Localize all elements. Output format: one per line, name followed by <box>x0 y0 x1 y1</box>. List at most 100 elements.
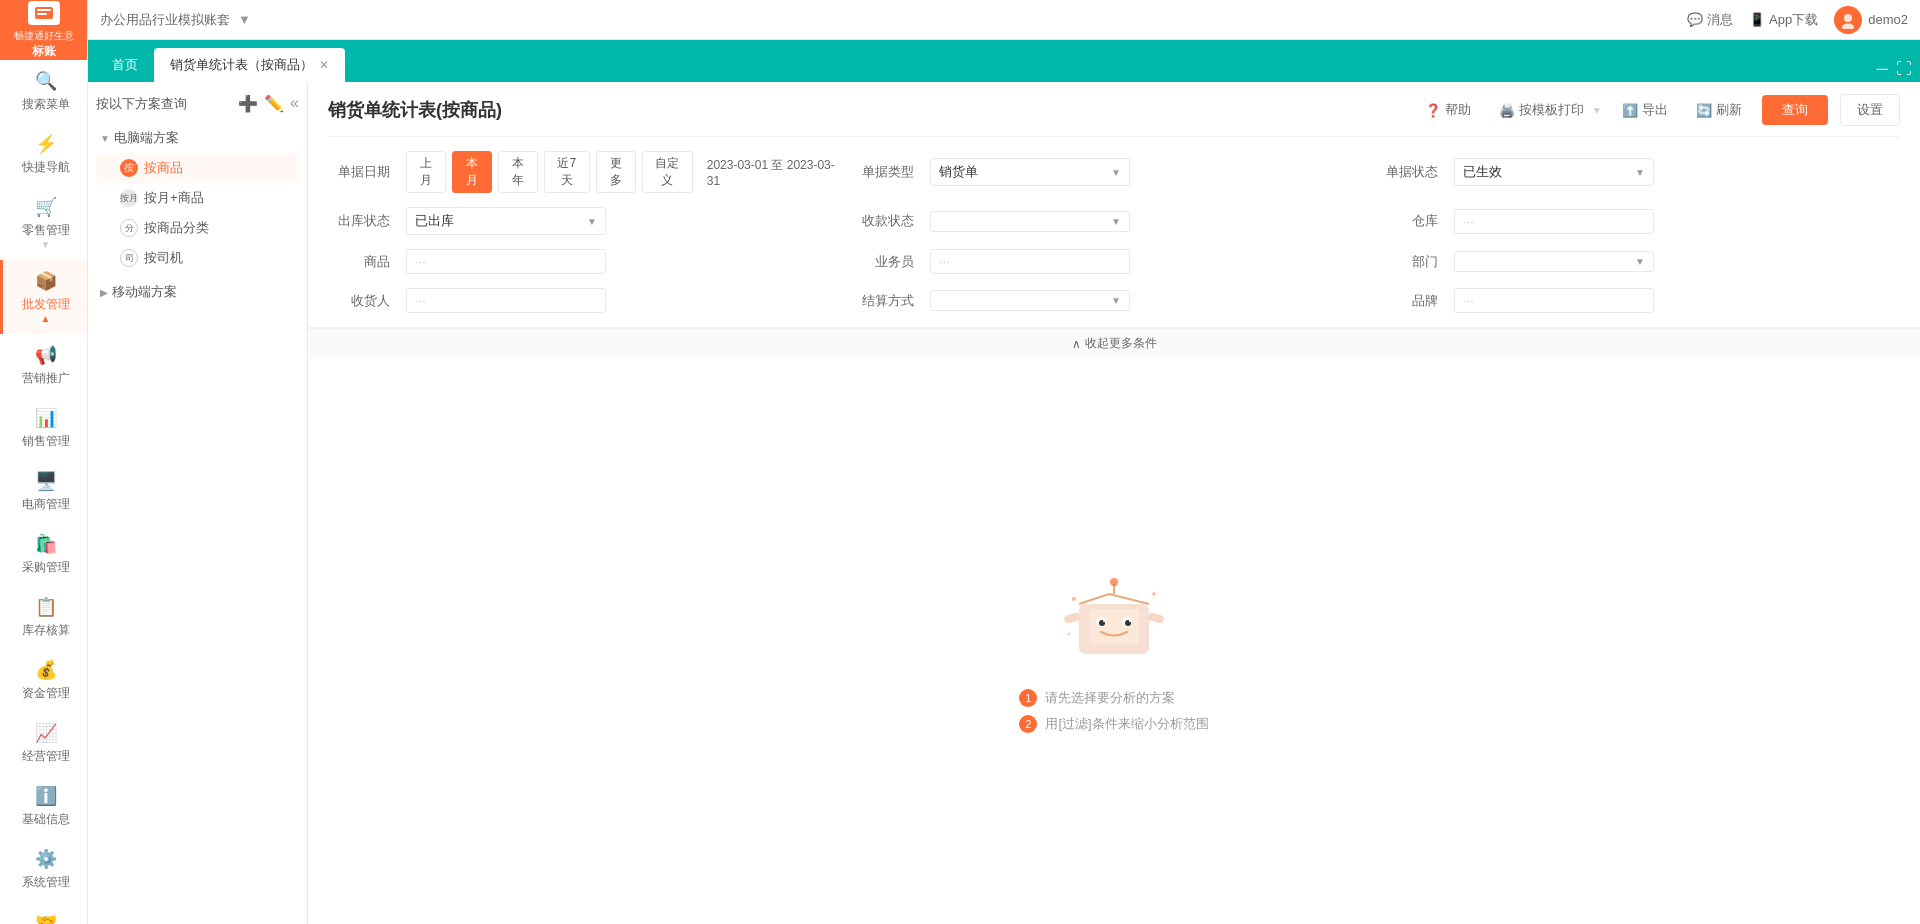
tree-expand-icon: ▼ <box>100 133 110 144</box>
svg-rect-1 <box>37 9 51 11</box>
sidebar-item-retail[interactable]: 🛒 零售管理 ▼ <box>0 186 88 260</box>
date-btn-more[interactable]: 更多 <box>596 151 636 193</box>
department-select[interactable]: ▼ <box>1454 251 1654 272</box>
salesperson-input[interactable]: ··· <box>930 249 1130 274</box>
doc-type-select[interactable]: 销货单 ▼ <box>930 158 1130 186</box>
app-download-label: App下载 <box>1769 11 1818 29</box>
tab-close-icon[interactable]: ✕ <box>319 58 329 72</box>
filter-salesperson-cell: 业务员 ··· <box>852 249 1376 274</box>
edit-scheme-icon[interactable]: ✏️ <box>264 94 284 113</box>
sidebar-item-finance-label: 资金管理 <box>22 685 70 702</box>
svg-point-19 <box>1068 633 1071 636</box>
add-scheme-icon[interactable]: ➕ <box>238 94 258 113</box>
tree-mobile-label: 移动端方案 <box>112 283 177 301</box>
quick-nav-icon: ⚡ <box>35 133 57 155</box>
date-btn-custom[interactable]: 自定义 <box>642 151 693 193</box>
app-download-link[interactable]: 📱 App下载 <box>1749 11 1818 29</box>
collapse-button[interactable]: ∧ 收起更多条件 <box>1072 335 1157 352</box>
tab-bar: 首页 销货单统计表（按商品） ✕ ─ ⛶ <box>88 40 1920 82</box>
filter-row-2: 出库状态 已出库 ▼ 收款状态 ▼ 仓库 <box>328 207 1900 235</box>
sidebar-item-search[interactable]: 🔍 搜索菜单 <box>0 60 88 123</box>
left-panel: 按以下方案查询 ➕ ✏️ « ▼ 电脑端方案 按 按商品 按月 按 <box>88 82 308 924</box>
print-icon: 🖨️ <box>1499 103 1515 118</box>
app-subtitle: 畅捷通好生意 <box>14 29 74 43</box>
filter-receiver-cell: 收货人 ··· <box>328 288 852 313</box>
tab-sales-report[interactable]: 销货单统计表（按商品） ✕ <box>154 48 345 82</box>
sidebar-item-purchase[interactable]: 🛍️ 采购管理 <box>0 523 88 586</box>
export-button[interactable]: ⬆️ 导出 <box>1614 97 1676 123</box>
tab-expand-icon[interactable]: ⛶ <box>1896 60 1912 78</box>
sidebar-item-search-label: 搜索菜单 <box>22 96 70 113</box>
print-dropdown-icon[interactable]: ▼ <box>1592 105 1602 116</box>
doc-status-select[interactable]: 已生效 ▼ <box>1454 158 1654 186</box>
sidebar-item-system[interactable]: ⚙️ 系统管理 <box>0 838 88 901</box>
sidebar-item-quick-nav[interactable]: ⚡ 快捷导航 <box>0 123 88 186</box>
sidebar-item-wholesale[interactable]: 📦 批发管理 ▲ <box>0 260 88 334</box>
refresh-button[interactable]: 🔄 刷新 <box>1688 97 1750 123</box>
product-input[interactable]: ··· <box>406 249 606 274</box>
print-button[interactable]: 🖨️ 按模板打印 <box>1491 97 1592 123</box>
sidebar-item-sales[interactable]: 📊 销售管理 <box>0 397 88 460</box>
sidebar-item-ecommerce[interactable]: 🖥️ 电商管理 <box>0 460 88 523</box>
doc-status-arrow-icon: ▼ <box>1635 167 1645 178</box>
receipt-status-select[interactable]: ▼ <box>930 211 1130 232</box>
tab-home[interactable]: 首页 <box>96 48 154 82</box>
app-logo: 畅捷通好生意 标账 <box>0 0 88 60</box>
tree-child-product-category[interactable]: 分 按商品分类 <box>96 213 299 243</box>
finance-icon: 💰 <box>35 659 57 681</box>
main-area: 办公用品行业模拟账套 ▼ 💬 消息 📱 App下载 demo2 <box>88 0 1920 924</box>
sidebar-item-marketing[interactable]: 📢 营销推广 <box>0 334 88 397</box>
help-button[interactable]: ❓ 帮助 <box>1417 97 1479 123</box>
receipt-status-label: 收款状态 <box>852 212 922 230</box>
svg-point-18 <box>1152 592 1156 596</box>
out-status-select[interactable]: 已出库 ▼ <box>406 207 606 235</box>
collapse-panel-icon[interactable]: « <box>290 94 299 113</box>
receiver-dots-icon: ··· <box>415 293 426 308</box>
doc-status-value: 已生效 <box>1463 163 1502 181</box>
tree-child-month-product[interactable]: 按月 按月+商品 <box>96 183 299 213</box>
tree-desktop-parent[interactable]: ▼ 电脑端方案 <box>96 123 299 153</box>
ecommerce-icon: 🖥️ <box>35 470 57 492</box>
svg-rect-6 <box>1089 609 1139 644</box>
date-btn-current-year[interactable]: 本年 <box>498 151 538 193</box>
date-btn-current-month[interactable]: 本月 <box>452 151 492 193</box>
sidebar-item-cooperation[interactable]: 🤝 企业协同 <box>0 901 88 924</box>
user-profile[interactable]: demo2 <box>1834 6 1908 34</box>
tree-child-month-product-label: 按月+商品 <box>144 189 204 207</box>
purchase-icon: 🛍️ <box>35 533 57 555</box>
help-icon: ❓ <box>1425 103 1441 118</box>
salesperson-dots-icon: ··· <box>939 254 950 269</box>
receiver-input[interactable]: ··· <box>406 288 606 313</box>
message-icon: 💬 <box>1687 12 1703 27</box>
date-btn-7days[interactable]: 近7天 <box>544 151 590 193</box>
empty-hint-2: 2 用[过滤]条件来缩小分析范围 <box>1019 715 1208 733</box>
tree-child-by-sku[interactable]: 司 按司机 <box>96 243 299 273</box>
inventory-icon: 📋 <box>35 596 57 618</box>
scheme-icon-by-product: 按 <box>120 159 138 177</box>
query-button[interactable]: 查询 <box>1762 95 1828 125</box>
settings-label: 设置 <box>1857 102 1883 117</box>
settings-button[interactable]: 设置 <box>1840 94 1900 126</box>
page-actions: ❓ 帮助 🖨️ 按模板打印 ▼ ⬆️ 导出 <box>1417 94 1900 126</box>
search-icon: 🔍 <box>35 70 57 92</box>
messages-link[interactable]: 💬 消息 <box>1687 11 1733 29</box>
scheme-icon-by-sku: 司 <box>120 249 138 267</box>
tree-mobile-parent[interactable]: ▶ 移动端方案 <box>96 277 299 307</box>
filter-row-4: 收货人 ··· 结算方式 ▼ 品牌 <box>328 288 1900 313</box>
tree-desktop-label: 电脑端方案 <box>114 129 179 147</box>
filter-department-cell: 部门 ▼ <box>1376 251 1900 272</box>
dropdown-arrow-icon[interactable]: ▼ <box>238 12 251 27</box>
export-label: 导出 <box>1642 101 1668 119</box>
warehouse-input[interactable]: ··· <box>1454 209 1654 234</box>
messages-label: 消息 <box>1707 11 1733 29</box>
payment-select[interactable]: ▼ <box>930 290 1130 311</box>
tab-minimize-icon[interactable]: ─ <box>1877 60 1888 78</box>
date-btn-last-month[interactable]: 上月 <box>406 151 446 193</box>
sidebar-item-finance[interactable]: 💰 资金管理 <box>0 649 88 712</box>
sidebar-item-basic[interactable]: ℹ️ 基础信息 <box>0 775 88 838</box>
sidebar-item-operation[interactable]: 📈 经营管理 <box>0 712 88 775</box>
sidebar-item-inventory[interactable]: 📋 库存核算 <box>0 586 88 649</box>
logo-icon <box>28 1 60 25</box>
tree-child-by-product[interactable]: 按 按商品 <box>96 153 299 183</box>
brand-input[interactable]: ··· <box>1454 288 1654 313</box>
